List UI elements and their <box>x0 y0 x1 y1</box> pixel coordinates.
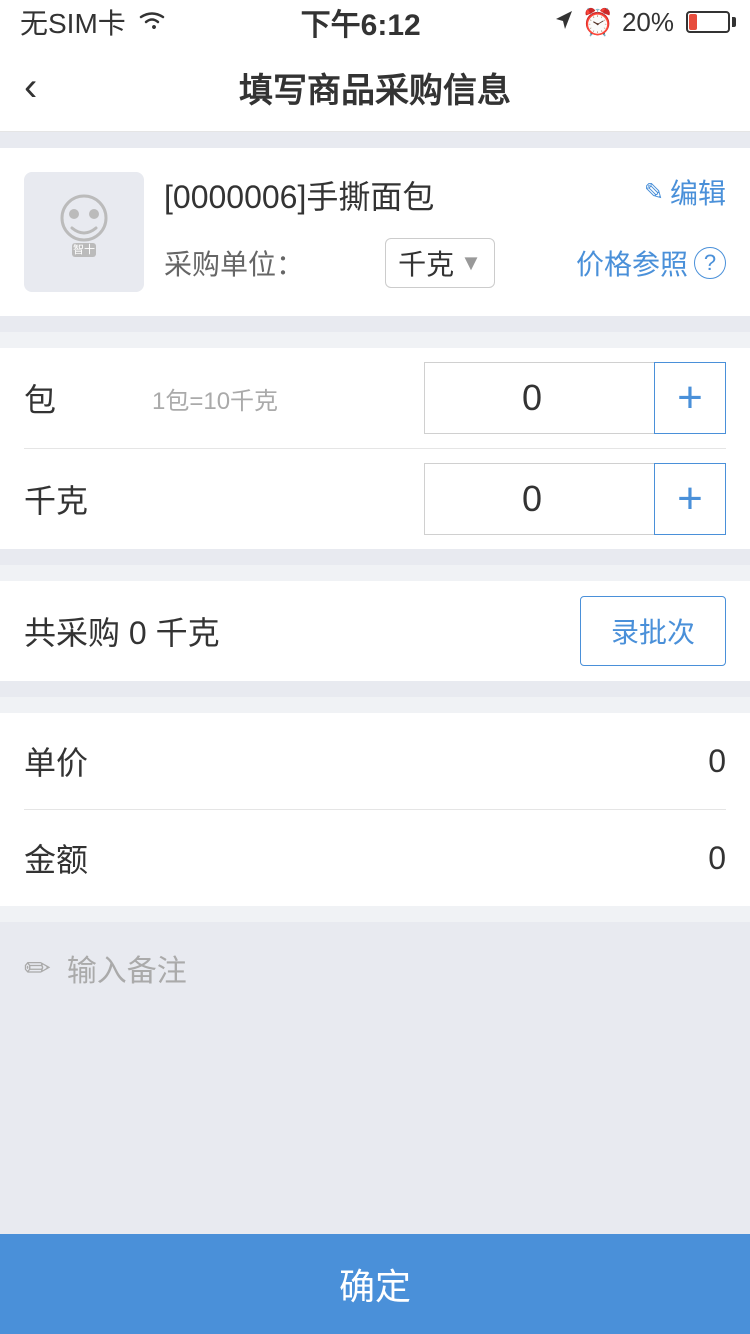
product-unit-row: 采购单位： 千克 ▼ 价格参照 ? <box>164 238 726 288</box>
product-header: [0000006]手撕面包 ✎ 编辑 <box>164 172 726 218</box>
input-sublabel-package: 1包=10千克 <box>152 381 278 416</box>
nav-bar: ‹ 填写商品采购信息 <box>0 44 750 132</box>
plus-button-package[interactable]: + <box>654 362 726 434</box>
unit-value: 千克 <box>398 243 454 283</box>
top-divider <box>0 132 750 148</box>
edit-button[interactable]: ✎ 编辑 <box>644 172 726 212</box>
back-button[interactable]: ‹ <box>24 65 37 110</box>
product-name: [0000006]手撕面包 <box>164 172 644 218</box>
unit-price-value: 0 <box>708 743 726 780</box>
qty-input-kg[interactable] <box>424 463 654 535</box>
wifi-icon <box>136 6 168 38</box>
location-icon <box>554 7 574 38</box>
input-label-kg: 千克 <box>24 476 144 522</box>
total-amount-value: 0 <box>708 840 726 877</box>
page-title: 填写商品采购信息 <box>239 63 511 112</box>
price-ref-button[interactable]: 价格参照 ? <box>576 243 726 283</box>
battery-percent: 20% <box>622 7 674 38</box>
mid-divider-1 <box>0 316 750 332</box>
pencil-icon: ✏ <box>24 949 51 987</box>
input-right-kg: + <box>424 463 726 535</box>
help-icon: ? <box>694 247 726 279</box>
product-logo-text: 智十 <box>44 188 124 276</box>
summary-section: 共采购 0 千克 录批次 <box>0 581 750 681</box>
unit-price-label: 单价 <box>24 738 88 784</box>
carrier-label: 无SIM卡 <box>20 2 126 42</box>
input-label-package: 包 <box>24 375 144 421</box>
unit-select[interactable]: 千克 ▼ <box>385 238 495 288</box>
mid-divider-3 <box>0 681 750 697</box>
status-left: 无SIM卡 <box>20 2 168 42</box>
product-card: 智十 [0000006]手撕面包 ✎ 编辑 采购单位： 千克 ▼ 价格参照 ? <box>0 148 750 316</box>
price-row-total: 金额 0 <box>0 810 750 906</box>
edit-label: 编辑 <box>670 172 726 212</box>
status-right: ⏰ 20% <box>554 7 730 38</box>
product-info: [0000006]手撕面包 ✎ 编辑 采购单位： 千克 ▼ 价格参照 ? <box>164 172 726 288</box>
remark-section[interactable]: ✏ 输入备注 <box>0 922 750 1014</box>
input-row-kg: 千克 + <box>0 449 750 549</box>
price-section: 单价 0 金额 0 <box>0 713 750 906</box>
unit-label: 采购单位： <box>164 243 304 283</box>
qty-input-package[interactable] <box>424 362 654 434</box>
summary-unit: 千克 <box>156 615 220 651</box>
edit-icon: ✎ <box>644 178 664 207</box>
input-right-package: + <box>424 362 726 434</box>
svg-text:智十: 智十 <box>73 242 95 256</box>
price-ref-label: 价格参照 <box>576 243 688 283</box>
remark-placeholder: 输入备注 <box>67 946 187 990</box>
total-amount-label: 金额 <box>24 835 88 881</box>
input-row-package: 包 1包=10千克 + <box>0 348 750 448</box>
product-image: 智十 <box>24 172 144 292</box>
summary-label: 共采购 0 千克 <box>24 608 220 654</box>
input-section: 包 1包=10千克 + 千克 + <box>0 348 750 549</box>
plus-button-kg[interactable]: + <box>654 463 726 535</box>
record-batch-button[interactable]: 录批次 <box>580 596 726 666</box>
summary-amount: 0 <box>129 615 147 651</box>
confirm-button[interactable]: 确定 <box>0 1234 750 1334</box>
status-bar: 无SIM卡 下午6:12 ⏰ 20% <box>0 0 750 44</box>
alarm-icon: ⏰ <box>582 7 614 38</box>
battery-icon <box>686 11 730 33</box>
mid-divider-2 <box>0 549 750 565</box>
status-time: 下午6:12 <box>301 0 421 44</box>
price-row-unit: 单价 0 <box>0 713 750 809</box>
chevron-down-icon: ▼ <box>460 250 482 276</box>
summary-row: 共采购 0 千克 录批次 <box>0 581 750 681</box>
